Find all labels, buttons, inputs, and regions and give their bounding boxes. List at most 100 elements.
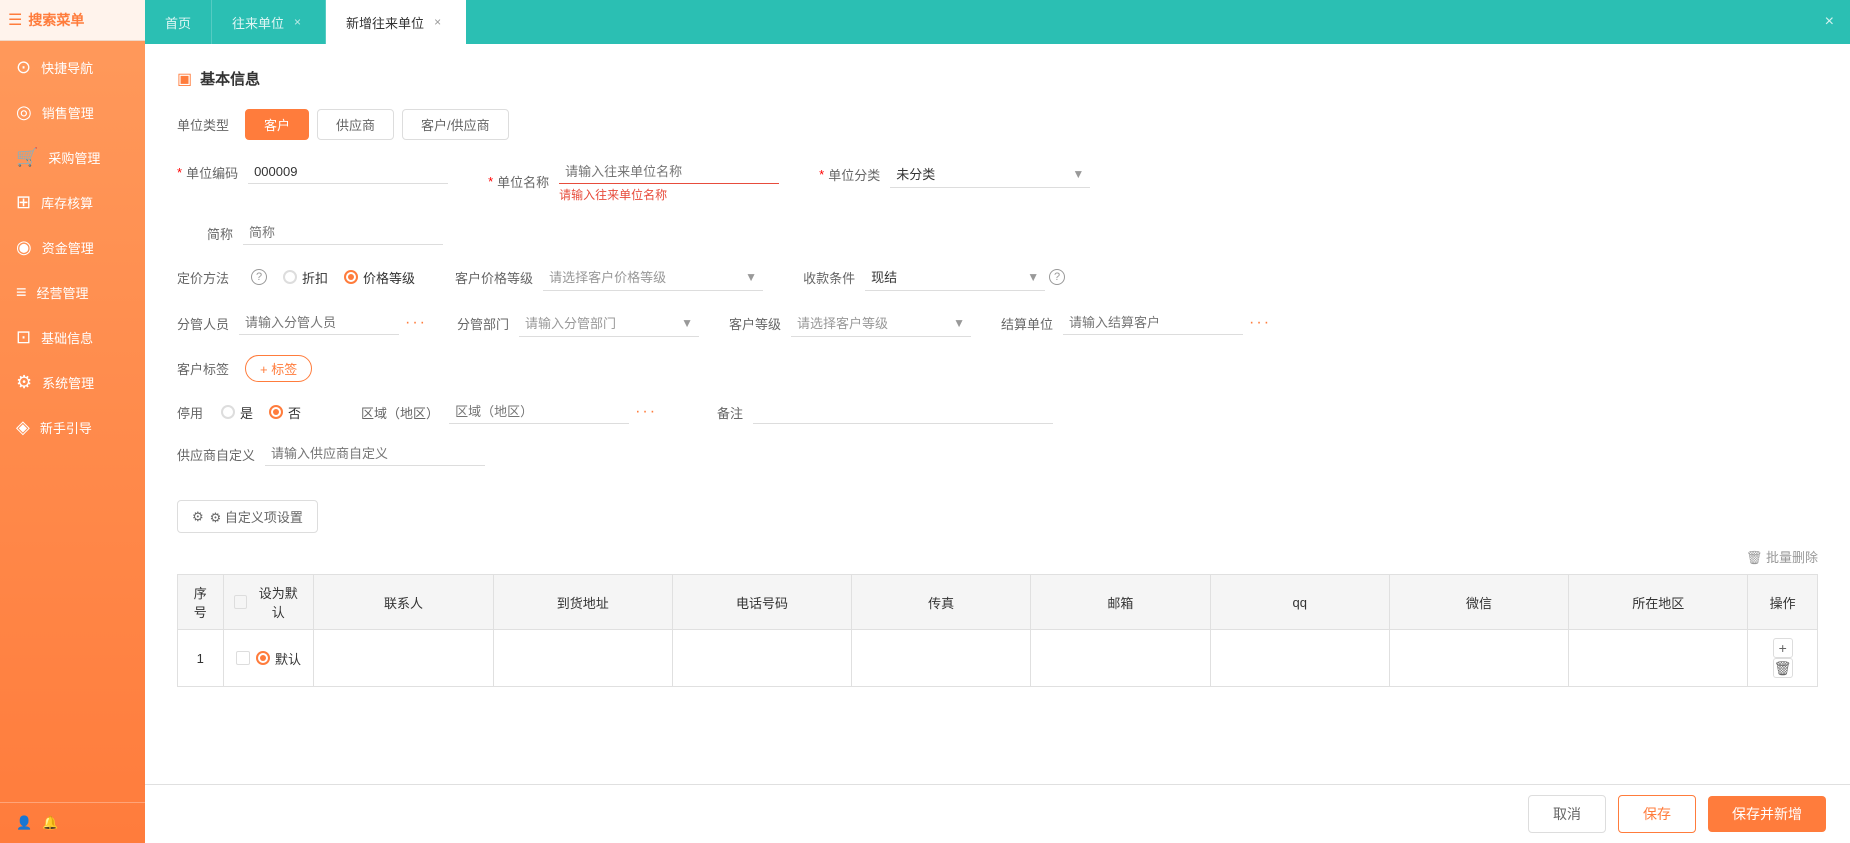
table-row: 1 默认: [178, 630, 1818, 687]
unit-btn-supplier[interactable]: 供应商: [317, 109, 394, 140]
disabled-region-row: 停用 是 否 区域（地区）: [177, 400, 1818, 424]
sidebar-item-operations[interactable]: ≡ 经营管理: [0, 270, 145, 315]
price-level-field: 客户价格等级 请选择客户价格等级 ▼: [455, 263, 763, 291]
category-select[interactable]: 未分类 ▼: [890, 160, 1090, 188]
cancel-button[interactable]: 取消: [1528, 795, 1606, 833]
search-menu-item[interactable]: ☰ 搜索菜单: [0, 0, 145, 41]
disabled-yes[interactable]: 是: [221, 403, 253, 422]
notes-field: 备注: [717, 400, 1053, 424]
manager-input[interactable]: [239, 311, 399, 335]
payment-help-icon[interactable]: ?: [1049, 269, 1065, 285]
payment-terms-value: 现结: [871, 267, 1023, 286]
settlement-input[interactable]: [1063, 311, 1243, 335]
disabled-yes-radio[interactable]: [221, 405, 235, 419]
purchase-icon: 🛒: [16, 147, 38, 168]
cell-address[interactable]: [493, 630, 672, 687]
operations-icon: ≡: [16, 282, 27, 303]
region-more-btn[interactable]: ···: [635, 403, 657, 421]
contact-input[interactable]: [324, 651, 482, 666]
cell-wechat[interactable]: [1389, 630, 1568, 687]
payment-terms-select[interactable]: 现结 ▼: [865, 263, 1045, 291]
unit-type-field: 单位类型 客户 供应商 客户/供应商: [177, 109, 1818, 140]
header-checkbox[interactable]: [234, 595, 248, 609]
region-input[interactable]: [449, 400, 629, 424]
disabled-radio-group: 是 否: [221, 403, 301, 422]
tab-partners[interactable]: 往来单位 ×: [212, 0, 326, 44]
default-radio[interactable]: [256, 651, 270, 665]
sidebar-item-inventory[interactable]: ⊞ 库存核算: [0, 180, 145, 225]
save-new-button[interactable]: 保存并新增: [1708, 796, 1826, 832]
customer-level-placeholder: 请选择客户等级: [797, 313, 949, 332]
default-radio-item[interactable]: 默认: [256, 649, 301, 668]
delete-row-btn[interactable]: 🗑: [1773, 658, 1793, 678]
category-field: * 单位分类 未分类 ▼: [819, 160, 1090, 188]
pricing-field: 定价方法 ? 折扣 价格等级: [177, 268, 415, 287]
name-input[interactable]: [559, 160, 779, 184]
tab-new-partner-close[interactable]: ×: [430, 13, 445, 31]
disabled-no[interactable]: 否: [269, 403, 301, 422]
notes-input[interactable]: [753, 400, 1053, 424]
customer-level-select[interactable]: 请选择客户等级 ▼: [791, 309, 971, 337]
tabs-bar: 首页 往来单位 × 新增往来单位 × ×: [145, 0, 1850, 44]
short-name-input[interactable]: [243, 221, 443, 245]
code-input[interactable]: [248, 160, 448, 184]
user-icon: 👤: [16, 815, 32, 831]
custom-settings-button[interactable]: ⚙ ⚙ 自定义项设置: [177, 500, 318, 533]
row-checkbox[interactable]: [236, 651, 250, 665]
quick-nav-icon: ⊙: [16, 57, 31, 78]
cell-fax[interactable]: [852, 630, 1031, 687]
fax-input[interactable]: [862, 651, 1020, 666]
manager-more-btn[interactable]: ···: [405, 314, 427, 332]
settlement-more-btn[interactable]: ···: [1249, 314, 1271, 332]
name-required: *: [488, 174, 493, 189]
sidebar-item-purchase[interactable]: 🛒 采购管理: [0, 135, 145, 180]
cell-region[interactable]: [1569, 630, 1748, 687]
sidebar-bottom[interactable]: 👤 🔔: [0, 802, 145, 843]
phone-input[interactable]: [683, 651, 841, 666]
wechat-input[interactable]: [1400, 651, 1558, 666]
sidebar-item-label: 经营管理: [37, 283, 89, 302]
sidebar-item-quick-nav[interactable]: ⊙ 快捷导航: [0, 45, 145, 90]
sidebar-item-basics[interactable]: ⊡ 基础信息: [0, 315, 145, 360]
custom-settings-label: ⚙ 自定义项设置: [210, 507, 303, 526]
unit-btn-customer[interactable]: 客户: [245, 109, 309, 140]
discount-radio[interactable]: [283, 270, 297, 284]
close-all-tabs[interactable]: ×: [1825, 13, 1850, 31]
address-input[interactable]: [504, 651, 662, 666]
email-input[interactable]: [1041, 651, 1199, 666]
disabled-no-radio[interactable]: [269, 405, 283, 419]
batch-delete-btn[interactable]: 🗑 批量删除: [177, 547, 1818, 566]
price-level-radio[interactable]: [344, 270, 358, 284]
unit-btn-both[interactable]: 客户/供应商: [402, 109, 509, 140]
code-field: * 单位编码: [177, 160, 448, 184]
cell-phone[interactable]: [672, 630, 851, 687]
pricing-help-icon[interactable]: ?: [251, 269, 267, 285]
payment-terms-arrow: ▼: [1027, 270, 1039, 284]
dept-placeholder: 请输入分管部门: [525, 313, 677, 332]
tab-new-partner[interactable]: 新增往来单位 ×: [326, 0, 466, 44]
guide-icon: ◈: [16, 417, 30, 438]
tab-partners-close[interactable]: ×: [290, 13, 305, 31]
save-button[interactable]: 保存: [1618, 795, 1696, 833]
sidebar-item-system[interactable]: ⚙ 系统管理: [0, 360, 145, 405]
add-row-btn[interactable]: +: [1773, 638, 1793, 658]
discount-label: 折扣: [302, 268, 328, 287]
cell-email[interactable]: [1031, 630, 1210, 687]
cell-qq[interactable]: [1210, 630, 1389, 687]
dept-select[interactable]: 请输入分管部门 ▼: [519, 309, 699, 337]
sidebar-item-sales[interactable]: ◎ 销售管理: [0, 90, 145, 135]
sidebar-item-guide[interactable]: ◈ 新手引导: [0, 405, 145, 450]
qq-input[interactable]: [1221, 651, 1379, 666]
supplier-custom-input[interactable]: [265, 442, 485, 466]
tab-home[interactable]: 首页: [145, 0, 212, 44]
sidebar-item-finance[interactable]: ◉ 资金管理: [0, 225, 145, 270]
add-tag-button[interactable]: + 标签: [245, 355, 312, 382]
cell-default: 默认: [223, 630, 314, 687]
price-level-select[interactable]: 请选择客户价格等级 ▼: [543, 263, 763, 291]
pricing-price-level[interactable]: 价格等级: [344, 268, 415, 287]
pricing-discount[interactable]: 折扣: [283, 268, 328, 287]
customer-level-arrow: ▼: [953, 316, 965, 330]
col-qq: qq: [1210, 575, 1389, 630]
row-region-input[interactable]: [1579, 651, 1737, 666]
cell-contact[interactable]: [314, 630, 493, 687]
